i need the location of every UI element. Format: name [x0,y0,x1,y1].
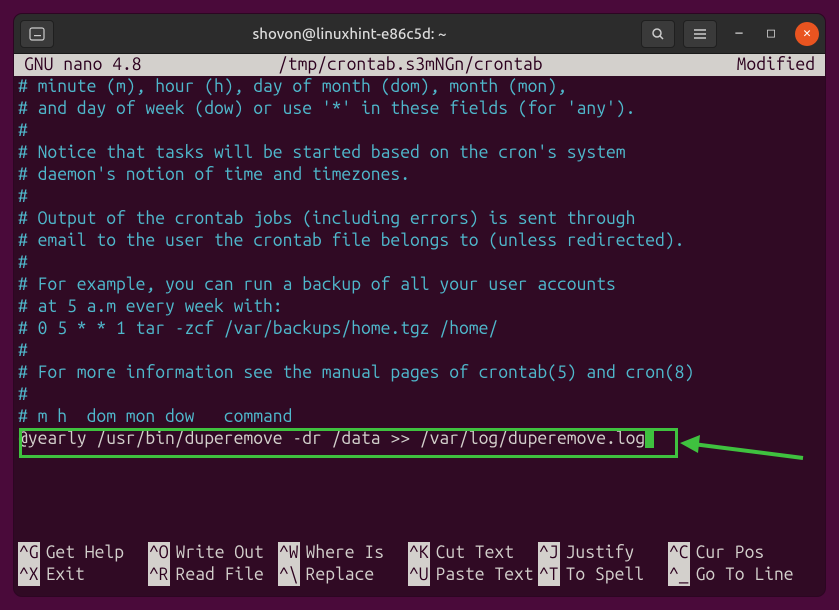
nano-header: GNU nano 4.8 /tmp/crontab.s3mNGn/crontab… [14,54,825,76]
shortcut-replace[interactable]: ^\Replace [278,564,408,586]
file-path: /tmp/crontab.s3mNGn/crontab [278,54,737,76]
hamburger-icon [693,28,707,40]
shortcut-row-1: ^GGet Help ^OWrite Out ^WWhere Is ^KCut … [18,542,821,564]
comment-line: # email to the user the crontab file bel… [18,231,684,250]
search-button[interactable] [641,20,675,48]
cron-command-line: @yearly /usr/bin/duperemove -dr /data >>… [18,429,645,448]
terminal-icon [29,27,45,41]
cursor [645,430,654,448]
shortcut-cur-pos[interactable]: ^CCur Pos [668,542,798,564]
terminal-window: shovon@linuxhint-e86c5d: ~ ─ □ ✕ GNU nan… [14,14,825,596]
close-icon: ✕ [803,26,811,41]
shortcut-paste-text[interactable]: ^UPaste Text [408,564,538,586]
maximize-icon: □ [767,26,775,41]
menu-button[interactable] [683,20,717,48]
editor-content[interactable]: # minute (m), hour (h), day of month (do… [14,76,825,450]
comment-line: # For example, you can run a backup of a… [18,275,616,294]
shortcut-exit[interactable]: ^XExit [18,564,148,586]
shortcut-get-help[interactable]: ^GGet Help [18,542,148,564]
window-title: shovon@linuxhint-e86c5d: ~ [58,25,641,42]
close-button[interactable]: ✕ [795,22,819,46]
comment-line: # Notice that tasks will be started base… [18,143,626,162]
editor-name: GNU nano 4.8 [18,54,278,76]
nano-shortcuts: ^GGet Help ^OWrite Out ^WWhere Is ^KCut … [18,542,821,586]
comment-line: # m h dom mon dow command [18,407,292,426]
minimize-icon: ─ [735,27,742,41]
search-icon [651,27,665,41]
comment-line: # For more information see the manual pa… [18,363,694,382]
shortcut-row-2: ^XExit ^RRead File ^\Replace ^UPaste Tex… [18,564,821,586]
shortcut-justify[interactable]: ^JJustify [538,542,668,564]
new-tab-button[interactable] [20,20,54,48]
comment-line: # Output of the crontab jobs (including … [18,209,635,228]
comment-line: # and day of week (dow) or use '*' in th… [18,99,635,118]
minimize-button[interactable]: ─ [725,20,753,48]
comment-line: # [18,385,28,404]
modified-status: Modified [737,54,821,76]
comment-line: # [18,341,28,360]
shortcut-write-out[interactable]: ^OWrite Out [148,542,278,564]
comment-line: # 0 5 * * 1 tar -zcf /var/backups/home.t… [18,319,498,338]
titlebar: shovon@linuxhint-e86c5d: ~ ─ □ ✕ [14,14,825,54]
comment-line: # [18,121,28,140]
shortcut-cut-text[interactable]: ^KCut Text [408,542,538,564]
shortcut-to-spell[interactable]: ^TTo Spell [538,564,668,586]
shortcut-go-to-line[interactable]: ^_Go To Line [668,564,798,586]
comment-line: # minute (m), hour (h), day of month (do… [18,77,567,96]
comment-line: # [18,187,28,206]
comment-line: # at 5 a.m every week with: [18,297,283,316]
shortcut-where-is[interactable]: ^WWhere Is [278,542,408,564]
shortcut-read-file[interactable]: ^RRead File [148,564,278,586]
comment-line: # [18,253,28,272]
maximize-button[interactable]: □ [757,20,785,48]
comment-line: # daemon's notion of time and timezones. [18,165,410,184]
